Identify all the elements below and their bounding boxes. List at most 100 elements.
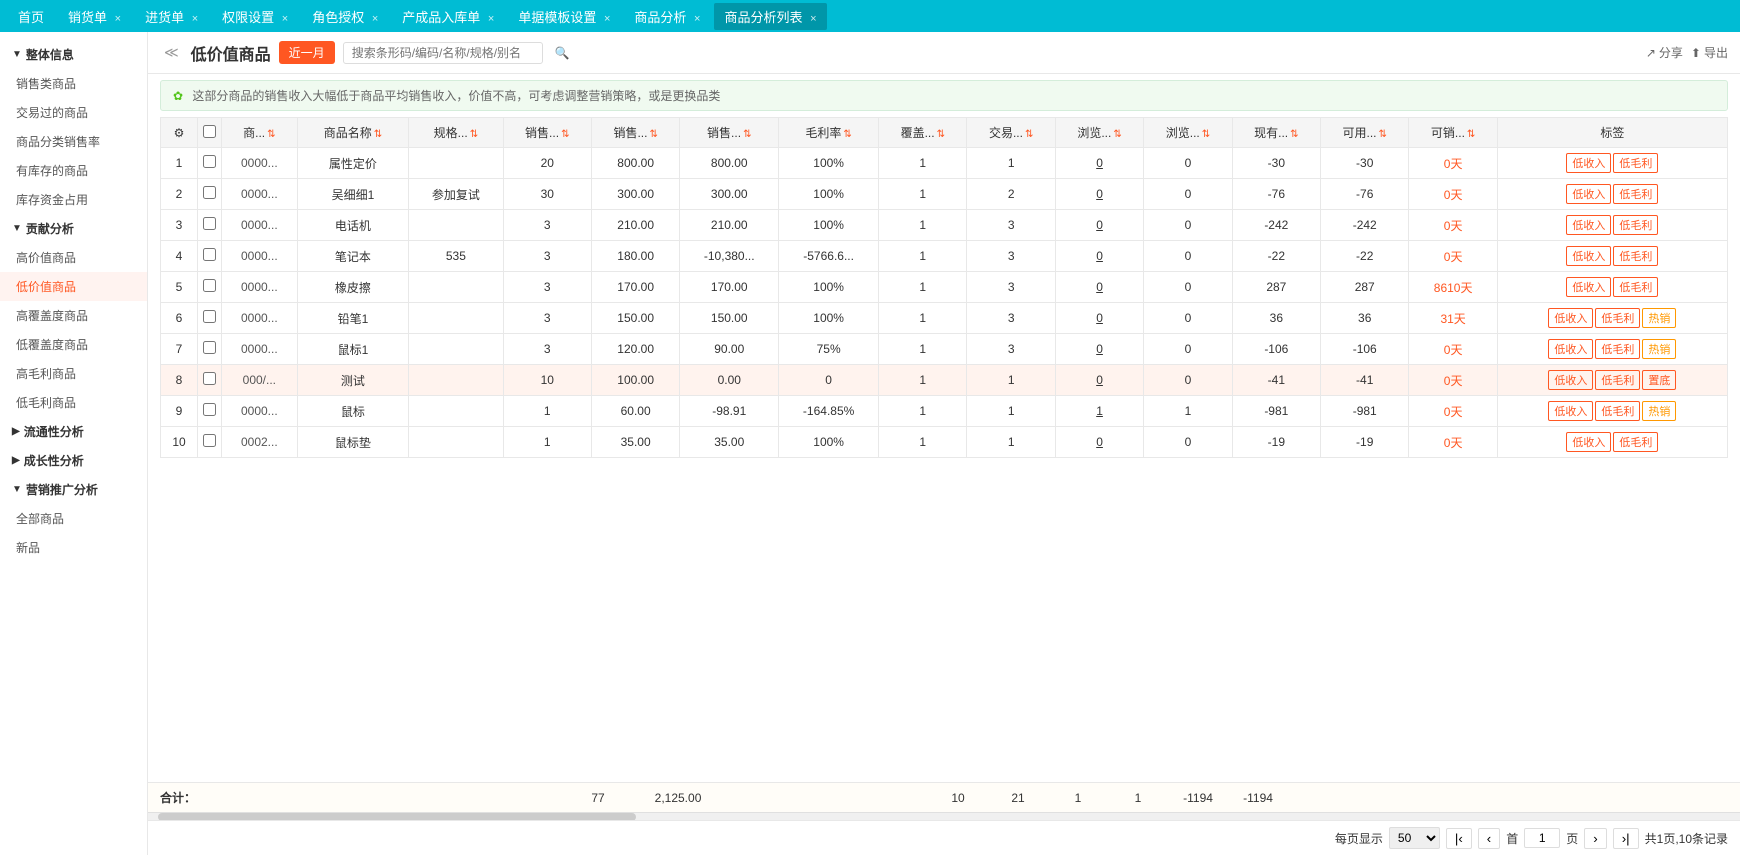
row-trade: 3 [967, 334, 1055, 365]
page-number-input[interactable] [1524, 828, 1560, 848]
row-sale3: 300.00 [680, 179, 779, 210]
col-current[interactable]: 现有...⇅ [1232, 118, 1320, 148]
row-spec: 参加复试 [409, 179, 503, 210]
scrollbar-track[interactable] [148, 812, 1740, 820]
sidebar-group-marketing[interactable]: ▼ 营销推广分析 [0, 475, 147, 504]
prev-page-button[interactable]: ‹ [1478, 828, 1500, 849]
nav-role[interactable]: 角色授权 × [302, 3, 388, 30]
row-spec [409, 334, 503, 365]
row-checkbox[interactable] [198, 303, 222, 334]
last-page-button[interactable]: ›| [1613, 828, 1639, 849]
nav-close-permission[interactable]: × [282, 13, 288, 25]
row-checkbox[interactable] [198, 241, 222, 272]
nav-home[interactable]: 首页 [8, 3, 54, 30]
row-checkbox[interactable] [198, 334, 222, 365]
col-sale2[interactable]: 销售...⇅ [591, 118, 679, 148]
col-available[interactable]: 可用...⇅ [1321, 118, 1409, 148]
nav-close-product-analysis-list[interactable]: × [810, 13, 816, 25]
nav-product-storage[interactable]: 产成品入库单 × [392, 3, 504, 30]
sidebar-item-category-rate[interactable]: 商品分类销售率 [0, 127, 147, 156]
nav-purchase-order[interactable]: 进货单 × [135, 3, 208, 30]
sidebar-item-high-margin[interactable]: 高毛利商品 [0, 359, 147, 388]
sidebar-group-contribution[interactable]: ▼ 贡献分析 [0, 214, 147, 243]
col-view1[interactable]: 浏览...⇅ [1055, 118, 1143, 148]
export-button[interactable]: ⬆ 导出 [1691, 44, 1728, 61]
col-view2[interactable]: 浏览...⇅ [1144, 118, 1232, 148]
collapse-button[interactable]: ≪ [160, 40, 183, 65]
col-sale1[interactable]: 销售...⇅ [503, 118, 591, 148]
sidebar-item-low-value[interactable]: 低价值商品 [0, 272, 147, 301]
row-checkbox[interactable] [198, 148, 222, 179]
row-tags: 低收入低毛利置底 [1497, 365, 1727, 396]
row-checkbox[interactable] [198, 427, 222, 458]
col-saleable[interactable]: 可销...⇅ [1409, 118, 1497, 148]
row-sale3: 210.00 [680, 210, 779, 241]
col-name[interactable]: 商品名称⇅ [297, 118, 409, 148]
row-checkbox[interactable] [198, 365, 222, 396]
row-view1[interactable]: 0 [1055, 365, 1143, 396]
col-trade[interactable]: 交易...⇅ [967, 118, 1055, 148]
nav-close-purchase[interactable]: × [192, 13, 198, 25]
top-nav: 首页 销货单 × 进货单 × 权限设置 × 角色授权 × 产成品入库单 × 单据… [0, 0, 1740, 32]
sidebar-item-sales-goods[interactable]: 销售类商品 [0, 69, 147, 98]
nav-product-analysis-list[interactable]: 商品分析列表 × [714, 3, 826, 30]
row-checkbox[interactable] [198, 396, 222, 427]
nav-close-sales[interactable]: × [115, 13, 121, 25]
sidebar-item-all-goods[interactable]: 全部商品 [0, 504, 147, 533]
share-button[interactable]: ↗ 分享 [1646, 44, 1683, 61]
row-view1[interactable]: 0 [1055, 179, 1143, 210]
col-settings[interactable]: ⚙ [161, 118, 198, 148]
per-page-select[interactable]: 50 100 200 [1389, 827, 1440, 849]
sidebar-item-stock-goods[interactable]: 有库存的商品 [0, 156, 147, 185]
row-view1[interactable]: 0 [1055, 148, 1143, 179]
row-tags: 低收入低毛利 [1497, 241, 1727, 272]
nav-permission[interactable]: 权限设置 × [212, 3, 298, 30]
search-input[interactable] [343, 42, 543, 64]
sidebar-group-circulation[interactable]: ▶ 流通性分析 [0, 417, 147, 446]
col-select-all[interactable] [198, 118, 222, 148]
first-page-button[interactable]: |‹ [1446, 828, 1472, 849]
row-view1[interactable]: 0 [1055, 427, 1143, 458]
search-icon[interactable]: 🔍 [555, 46, 570, 60]
select-all-checkbox[interactable] [203, 125, 216, 138]
col-cover[interactable]: 覆盖...⇅ [879, 118, 967, 148]
nav-close-template[interactable]: × [604, 13, 610, 25]
sidebar-item-traded-goods[interactable]: 交易过的商品 [0, 98, 147, 127]
col-margin[interactable]: 毛利率⇅ [779, 118, 879, 148]
nav-template[interactable]: 单据模板设置 × [508, 3, 620, 30]
sidebar-item-stock-fund[interactable]: 库存资金占用 [0, 185, 147, 214]
sidebar-item-low-margin[interactable]: 低毛利商品 [0, 388, 147, 417]
next-page-button[interactable]: › [1584, 828, 1606, 849]
nav-close-product-storage[interactable]: × [488, 13, 494, 25]
row-view1[interactable]: 0 [1055, 334, 1143, 365]
row-view1[interactable]: 0 [1055, 241, 1143, 272]
filter-button[interactable]: 近一月 [279, 41, 335, 64]
tag-低毛利: 低毛利 [1613, 215, 1658, 235]
nav-close-product-analysis[interactable]: × [694, 13, 700, 25]
nav-product-analysis[interactable]: 商品分析 × [624, 3, 710, 30]
row-checkbox[interactable] [198, 210, 222, 241]
row-tags: 低收入低毛利 [1497, 427, 1727, 458]
col-sale3[interactable]: 销售...⇅ [680, 118, 779, 148]
sidebar-item-low-coverage[interactable]: 低覆盖度商品 [0, 330, 147, 359]
nav-sales-order[interactable]: 销货单 × [58, 3, 131, 30]
col-spec[interactable]: 规格...⇅ [409, 118, 503, 148]
row-no: 4 [161, 241, 198, 272]
col-code[interactable]: 商...⇅ [222, 118, 298, 148]
row-checkbox[interactable] [198, 179, 222, 210]
row-view1[interactable]: 0 [1055, 303, 1143, 334]
sidebar-item-new-goods[interactable]: 新品 [0, 533, 147, 562]
sidebar-item-high-value[interactable]: 高价值商品 [0, 243, 147, 272]
sidebar-group-growth[interactable]: ▶ 成长性分析 [0, 446, 147, 475]
sidebar-item-high-coverage[interactable]: 高覆盖度商品 [0, 301, 147, 330]
sidebar-group-overview[interactable]: ▼ 整体信息 [0, 40, 147, 69]
row-view1[interactable]: 1 [1055, 396, 1143, 427]
row-sale3: 0.00 [680, 365, 779, 396]
row-checkbox[interactable] [198, 272, 222, 303]
row-spec [409, 427, 503, 458]
nav-close-role[interactable]: × [372, 13, 378, 25]
row-view1[interactable]: 0 [1055, 210, 1143, 241]
row-view1[interactable]: 0 [1055, 272, 1143, 303]
row-sale2: 100.00 [591, 365, 679, 396]
row-sale3: 35.00 [680, 427, 779, 458]
